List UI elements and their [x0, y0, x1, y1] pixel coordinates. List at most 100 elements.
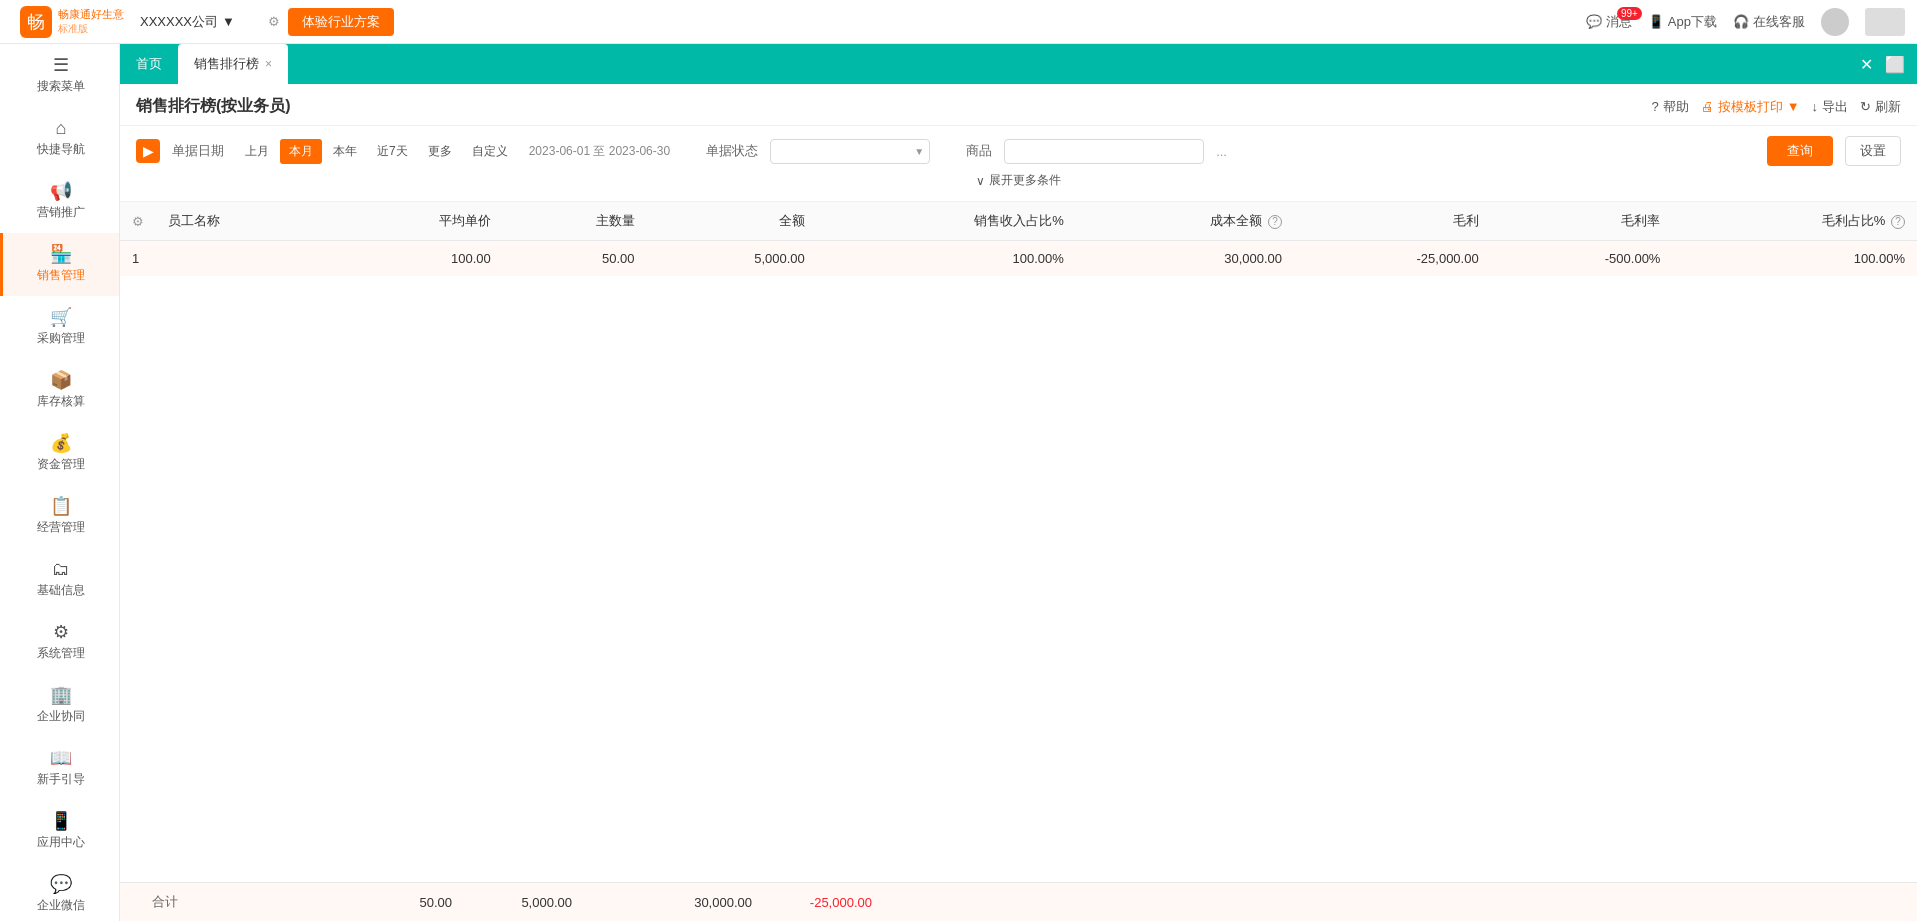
expand-more-btn[interactable]: ∨ 展开更多条件 — [136, 166, 1901, 191]
column-settings-icon[interactable]: ⚙ — [132, 214, 144, 229]
tab-close-icon[interactable]: × — [265, 57, 272, 71]
sidebar-item-inventory[interactable]: 📦 库存核算 — [0, 359, 119, 422]
logo-text: 畅康通好生意 标准版 — [58, 7, 124, 35]
filter-area: ▶ 单据日期 上月 本月 本年 近7天 更多 自定义 2023-06-01 至 … — [120, 126, 1917, 202]
question-icon: ? — [1651, 99, 1658, 114]
sidebar-item-purchase[interactable]: 🛒 采购管理 — [0, 296, 119, 359]
wechat-icon: 💬 — [50, 875, 72, 893]
message-badge: 99+ — [1617, 7, 1642, 20]
finance-icon: 💰 — [50, 434, 72, 452]
guide-icon: 📖 — [50, 749, 72, 767]
export-button[interactable]: ↓ 导出 — [1812, 98, 1849, 116]
date-btn-last-month[interactable]: 上月 — [236, 139, 278, 164]
td-gross: -25,000.00 — [1294, 241, 1491, 277]
th-gross-rate: 毛利率 — [1491, 202, 1673, 241]
cost-help-icon[interactable]: ? — [1268, 215, 1282, 229]
page-header: 销售排行榜(按业务员) ? 帮助 🖨 按模板打印 ▼ ↓ 导出 — [120, 84, 1917, 126]
date-btn-custom[interactable]: 自定义 — [463, 139, 517, 164]
online-service-item[interactable]: 🎧 在线客服 — [1733, 13, 1805, 31]
page-content: 销售排行榜(按业务员) ? 帮助 🖨 按模板打印 ▼ ↓ 导出 — [120, 84, 1917, 921]
footer-cost: 30,000.00 — [652, 895, 752, 910]
sidebar-item-enterprise[interactable]: 🏢 企业协同 — [0, 674, 119, 737]
sidebar-item-guide[interactable]: 📖 新手引导 — [0, 737, 119, 800]
expand-more-icon: ∨ — [976, 174, 985, 188]
top-right-actions: 💬 消息 99+ 📱 App下载 🎧 在线客服 — [1586, 8, 1905, 36]
th-sales-pct: 销售收入占比% — [817, 202, 1076, 241]
table-head: ⚙ 员工名称 平均单价 主数量 全额 销售收入占比% 成本全额 ? 毛利 — [120, 202, 1917, 241]
query-button[interactable]: 查询 — [1767, 136, 1833, 166]
footer-spacer1 — [252, 895, 372, 910]
sales-icon: 🏪 — [50, 245, 72, 263]
filter-toggle-icon[interactable]: ▶ — [136, 139, 160, 163]
sidebar-item-wechat[interactable]: 💬 企业微信 — [0, 863, 119, 921]
th-settings[interactable]: ⚙ — [120, 202, 156, 241]
footer-label: 合计 — [132, 893, 252, 911]
content-area: 首页 销售排行榜 × ✕ ⬜ 销售排行榜(按业务员) ? 帮助 — [120, 44, 1917, 921]
maximize-window-icon[interactable]: ⬜ — [1885, 55, 1905, 74]
export-label: 导出 — [1822, 98, 1848, 116]
table-row: 1 100.00 50.00 5,000.00 100.00% 30,000.0… — [120, 241, 1917, 277]
table-header-row: ⚙ 员工名称 平均单价 主数量 全额 销售收入占比% 成本全额 ? 毛利 — [120, 202, 1917, 241]
date-btn-this-year[interactable]: 本年 — [324, 139, 366, 164]
td-cost: 30,000.00 — [1076, 241, 1294, 277]
refresh-button[interactable]: ↻ 刷新 — [1860, 98, 1901, 116]
industry-button[interactable]: 体验行业方案 — [288, 8, 394, 36]
sidebar-item-basics[interactable]: 🗂 基础信息 — [0, 548, 119, 611]
date-filter-label: 单据日期 — [172, 142, 224, 160]
date-btn-more[interactable]: 更多 — [419, 139, 461, 164]
sidebar-item-operations[interactable]: 📋 经营管理 — [0, 485, 119, 548]
sidebar-item-sales[interactable]: 🏪 销售管理 — [0, 233, 119, 296]
th-gross: 毛利 — [1294, 202, 1491, 241]
app-icon: 📱 — [1648, 14, 1664, 29]
date-btn-7days[interactable]: 近7天 — [368, 139, 417, 164]
template-print-button[interactable]: 🖨 按模板打印 ▼ — [1701, 98, 1800, 116]
system-icon: ⚙ — [53, 623, 69, 641]
close-window-icon[interactable]: ✕ — [1860, 55, 1873, 74]
help-label: 帮助 — [1663, 98, 1689, 116]
status-select[interactable] — [770, 139, 930, 164]
td-gross-pct: 100.00% — [1672, 241, 1917, 277]
date-range-display: 2023-06-01 至 2023-06-30 — [529, 143, 670, 160]
print-chevron-icon: ▼ — [1787, 99, 1800, 114]
td-sales-pct: 100.00% — [817, 241, 1076, 277]
message-icon: 💬 — [1586, 14, 1602, 29]
company-selector[interactable]: XXXXXX公司 ▼ — [140, 13, 260, 31]
logo-line1: 畅康通好生意 — [58, 7, 124, 21]
gross-pct-help-icon[interactable]: ? — [1891, 215, 1905, 229]
sidebar-label-operations: 经营管理 — [37, 519, 85, 536]
help-button[interactable]: ? 帮助 — [1651, 98, 1688, 116]
basics-icon: 🗂 — [52, 560, 70, 578]
goods-filter-label: 商品 — [966, 142, 992, 160]
goods-more-btn[interactable]: ... — [1216, 144, 1227, 159]
td-name — [156, 241, 329, 277]
goods-input[interactable] — [1004, 139, 1204, 164]
date-btn-this-month[interactable]: 本月 — [280, 139, 322, 164]
app-download-label: App下载 — [1668, 13, 1717, 31]
filter-row-main: ▶ 单据日期 上月 本月 本年 近7天 更多 自定义 2023-06-01 至 … — [136, 136, 1901, 166]
tab-sales-ranking[interactable]: 销售排行榜 × — [178, 44, 288, 84]
footer-total: 5,000.00 — [472, 895, 572, 910]
gear-icon-topbar[interactable]: ⚙ — [268, 14, 280, 29]
sidebar-label-guide: 新手引导 — [37, 771, 85, 788]
message-item[interactable]: 💬 消息 99+ — [1586, 13, 1632, 31]
logo-icon: 畅 — [20, 6, 52, 38]
sidebar-item-apps[interactable]: 📱 应用中心 — [0, 800, 119, 863]
export-icon: ↓ — [1812, 99, 1819, 114]
sidebar-item-quick-nav[interactable]: ⌂ 快捷导航 — [0, 107, 119, 170]
avatar[interactable] — [1821, 8, 1849, 36]
setting-button[interactable]: 设置 — [1845, 136, 1901, 166]
sidebar-item-system[interactable]: ⚙ 系统管理 — [0, 611, 119, 674]
sidebar-label-search-order: 搜索菜单 — [37, 78, 85, 95]
sidebar-label-marketing: 营销推广 — [37, 204, 85, 221]
td-avg-price: 100.00 — [329, 241, 502, 277]
sidebar-label-apps: 应用中心 — [37, 834, 85, 851]
online-service-label: 在线客服 — [1753, 13, 1805, 31]
sidebar-item-finance[interactable]: 💰 资金管理 — [0, 422, 119, 485]
home-icon: ⌂ — [56, 119, 67, 137]
table-footer: 合计 50.00 5,000.00 30,000.00 -25,000.00 — [120, 882, 1917, 921]
sidebar-item-marketing[interactable]: 📢 营销推广 — [0, 170, 119, 233]
tab-home[interactable]: 首页 — [120, 44, 178, 84]
sidebar-item-search-order[interactable]: ☰ 搜索菜单 — [0, 44, 119, 107]
marketing-icon: 📢 — [50, 182, 72, 200]
app-download-item[interactable]: 📱 App下载 — [1648, 13, 1717, 31]
